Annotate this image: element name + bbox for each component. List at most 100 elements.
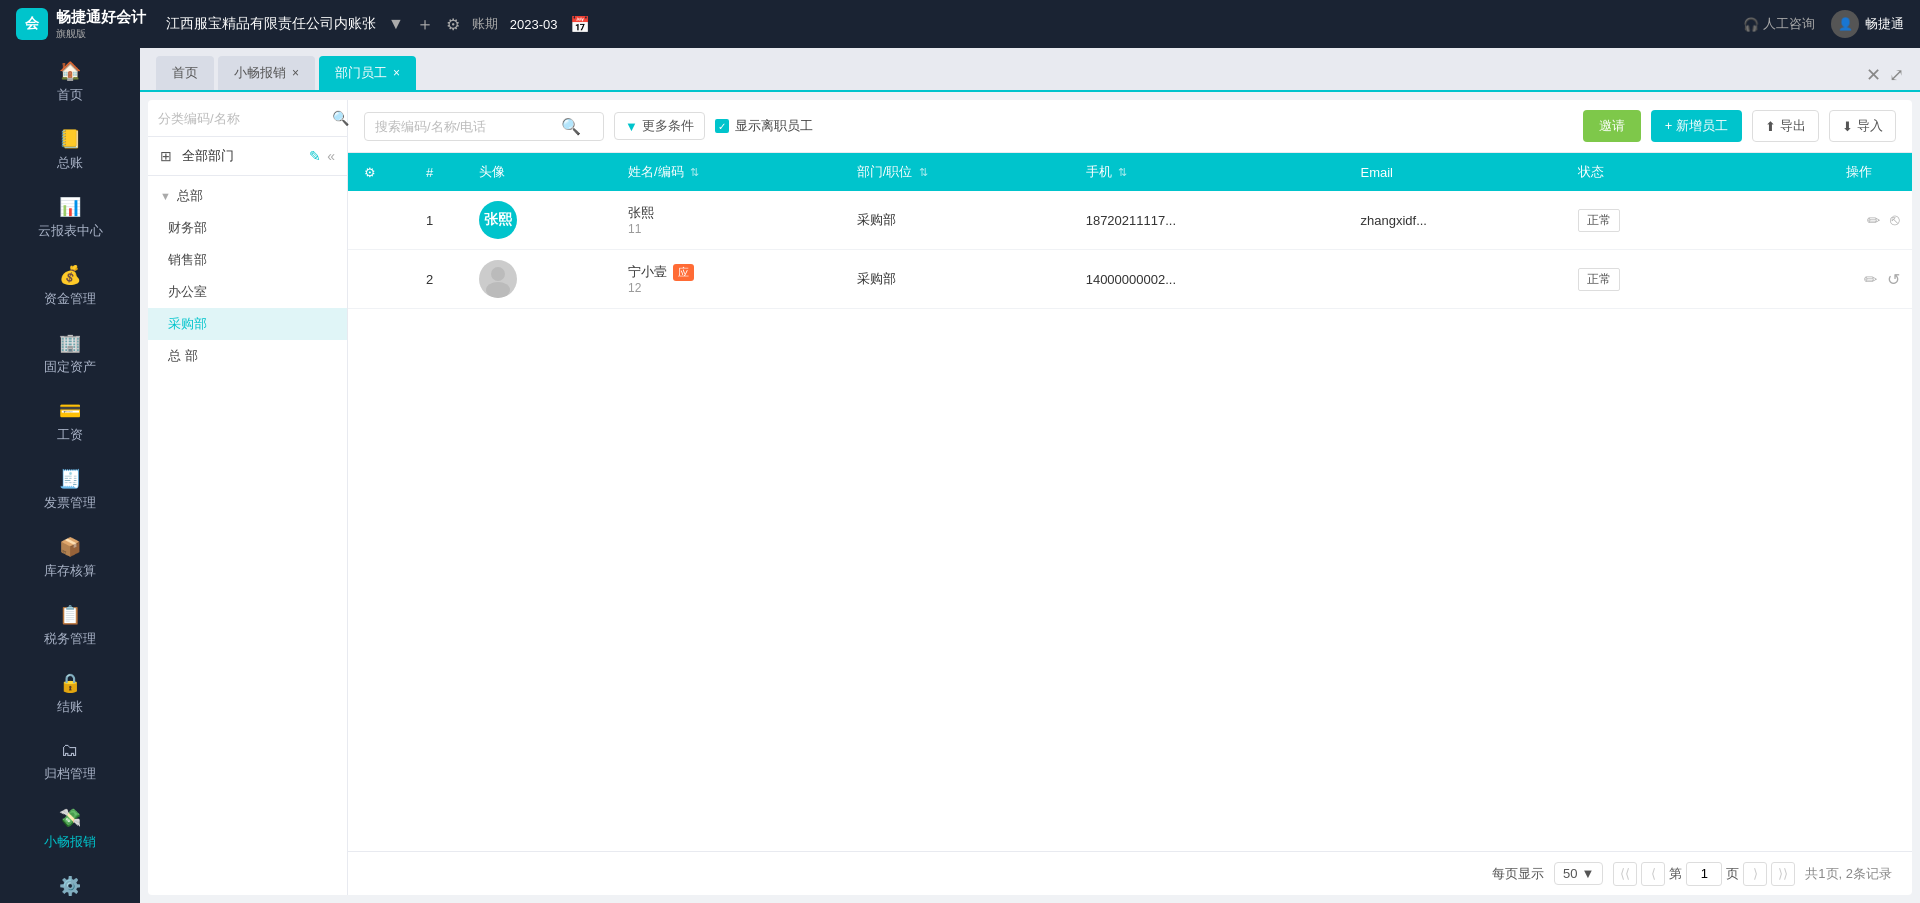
refresh-icon[interactable]: ↺ [1887,270,1900,289]
col-dept[interactable]: 部门/职位 ⇅ [845,153,1074,191]
top-header: 会 畅捷通好会计 旗舰版 江西服宝精品有限责任公司内账张 ▼ ＋ ⚙ 账期 20… [0,0,1920,48]
row-action-cell: ✏ ↺ [1725,250,1912,309]
tab-dept[interactable]: 部门员工 × [319,56,416,90]
sidebar-item-archive[interactable]: 🗂 归档管理 [0,728,140,795]
home-icon: 🏠 [59,60,81,82]
export-icon: ⬆ [1765,119,1776,134]
logo-text-area: 畅捷通好会计 旗舰版 [56,8,146,41]
sidebar-item-invoice[interactable]: 🧾 发票管理 [0,456,140,524]
emp-name-area: 宁小壹 应 [628,263,833,281]
dept-node-xiaoshou[interactable]: 销售部 [148,244,347,276]
sidebar-item-salary[interactable]: 💳 工资 [0,388,140,456]
sidebar-label-inventory: 库存核算 [44,562,96,580]
sidebar-item-fixed[interactable]: 🏢 固定资产 [0,320,140,388]
archive-icon: 🗂 [61,740,79,761]
search-icon[interactable]: 🔍 [561,117,581,136]
tab-controls: ✕ ⤢ [1866,64,1904,86]
window-close-button[interactable]: ✕ [1866,64,1881,86]
expand-arrow-icon: ▼ [160,190,171,202]
header-setting-icon[interactable]: ⚙ [446,15,460,34]
company-name: 江西服宝精品有限责任公司内账张 [166,15,376,33]
svg-point-0 [491,267,505,281]
emp-search-input[interactable] [375,119,555,134]
tab-home-label: 首页 [172,64,198,82]
export-button[interactable]: ⬆ 导出 [1752,110,1819,142]
company-dropdown[interactable]: ▼ [388,15,404,33]
emp-name: 宁小壹 [628,263,667,281]
dept-node-caiwu[interactable]: 财务部 [148,212,347,244]
invite-button[interactable]: 邀请 [1583,110,1641,142]
period-label: 账期 [472,15,498,33]
dept-node-label: 采购部 [168,315,207,333]
user-name: 畅捷通 [1865,15,1904,33]
user-area[interactable]: 👤 畅捷通 [1831,10,1904,38]
calendar-icon[interactable]: 📅 [570,15,590,34]
last-page-button[interactable]: ⟩⟩ [1771,862,1795,886]
tab-dept-close[interactable]: × [393,66,400,80]
col-settings[interactable]: ⚙ [348,153,392,191]
dept-collapse-icon[interactable]: « [327,148,335,164]
dept-search-icon[interactable]: 🔍 [332,110,349,126]
first-page-button[interactable]: ⟨⟨ [1613,862,1637,886]
dept-node-zongbu[interactable]: ▼ 总部 [148,180,347,212]
per-page-select[interactable]: 50 ▼ [1554,862,1603,885]
edit-icon[interactable]: ✏ [1867,211,1880,230]
employee-table: ⚙ # 头像 姓名/编码 ⇅ 部门/职位 ⇅ 手机 ⇅ Email 状态 操作 [348,153,1912,309]
all-dept-label: 全部部门 [182,147,303,165]
col-num: # [392,153,467,191]
dept-node-caigou[interactable]: 采购部 [148,308,347,340]
sidebar-label-archive: 归档管理 [44,765,96,783]
dept-node-label: 办公室 [168,283,207,301]
tab-expense-label: 小畅报销 [234,64,286,82]
header-add-button[interactable]: ＋ [416,12,434,36]
row-num: 2 [392,250,467,309]
sidebar-label-home: 首页 [57,86,83,104]
dept-node-bangong[interactable]: 办公室 [148,276,347,308]
sidebar-label-salary: 工资 [57,426,83,444]
per-page-value: 50 [1563,866,1577,881]
content-area: 首页 小畅报销 × 部门员工 × ✕ ⤢ 🔍 [140,48,1920,903]
dept-edit-icon[interactable]: ✎ [309,148,321,164]
sidebar-item-ledger[interactable]: 📒 总账 [0,116,140,184]
dept-search-input[interactable] [158,111,326,126]
row-name-cell: 宁小壹 应 12 [616,250,845,309]
dept-grid-icon: ⊞ [160,148,172,164]
sidebar-item-tax[interactable]: 📋 税务管理 [0,592,140,660]
dept-node-zong[interactable]: 总 部 [148,340,347,372]
sidebar-item-close[interactable]: 🔒 结账 [0,660,140,728]
col-phone[interactable]: 手机 ⇅ [1074,153,1349,191]
prev-page-button[interactable]: ⟨ [1641,862,1665,886]
header-center: 江西服宝精品有限责任公司内账张 ▼ ＋ ⚙ 账期 2023-03 📅 [156,12,1743,36]
more-filter-button[interactable]: ▼ 更多条件 [614,112,705,140]
sidebar-item-settings[interactable]: ⚙️ 基础设置 [0,863,140,903]
tab-dept-label: 部门员工 [335,64,387,82]
page-content: 🔍 ⊞ 全部部门 ✎ « ▼ 总部 财务部 [148,100,1912,895]
employee-panel: 🔍 ▼ 更多条件 ✓ 显示离职员工 邀请 + 新增员工 ⬆ [348,100,1912,895]
sidebar-item-assets[interactable]: 💰 资金管理 [0,252,140,320]
logout-icon[interactable]: ⎋ [1890,211,1900,229]
tab-expense[interactable]: 小畅报销 × [218,56,315,90]
import-button[interactable]: ⬇ 导入 [1829,110,1896,142]
show-resigned-label: 显示离职员工 [735,117,813,135]
next-page-button[interactable]: ⟩ [1743,862,1767,886]
row-status-cell: 正常 [1566,191,1725,250]
sidebar-item-expense[interactable]: 💸 小畅报销 [0,795,140,863]
edit-icon[interactable]: ✏ [1864,270,1877,289]
tab-home[interactable]: 首页 [156,56,214,90]
employee-toolbar: 🔍 ▼ 更多条件 ✓ 显示离职员工 邀请 + 新增员工 ⬆ [348,100,1912,153]
tab-expense-close[interactable]: × [292,66,299,80]
row-settings-cell [348,250,392,309]
sidebar-item-reports[interactable]: 📊 云报表中心 [0,184,140,252]
sidebar-item-home[interactable]: 🏠 首页 [0,48,140,116]
show-resigned-checkbox[interactable]: ✓ 显示离职员工 [715,117,813,135]
col-name[interactable]: 姓名/编码 ⇅ [616,153,845,191]
employee-table-container: ⚙ # 头像 姓名/编码 ⇅ 部门/职位 ⇅ 手机 ⇅ Email 状态 操作 [348,153,1912,851]
sidebar-label-tax: 税务管理 [44,630,96,648]
sidebar-item-inventory[interactable]: 📦 库存核算 [0,524,140,592]
service-button[interactable]: 🎧 人工咨询 [1743,15,1815,33]
window-expand-button[interactable]: ⤢ [1889,64,1904,86]
add-employee-button[interactable]: + 新增员工 [1651,110,1742,142]
page-number-input[interactable] [1686,862,1722,886]
avatar [479,260,517,298]
row-email-cell [1348,250,1565,309]
